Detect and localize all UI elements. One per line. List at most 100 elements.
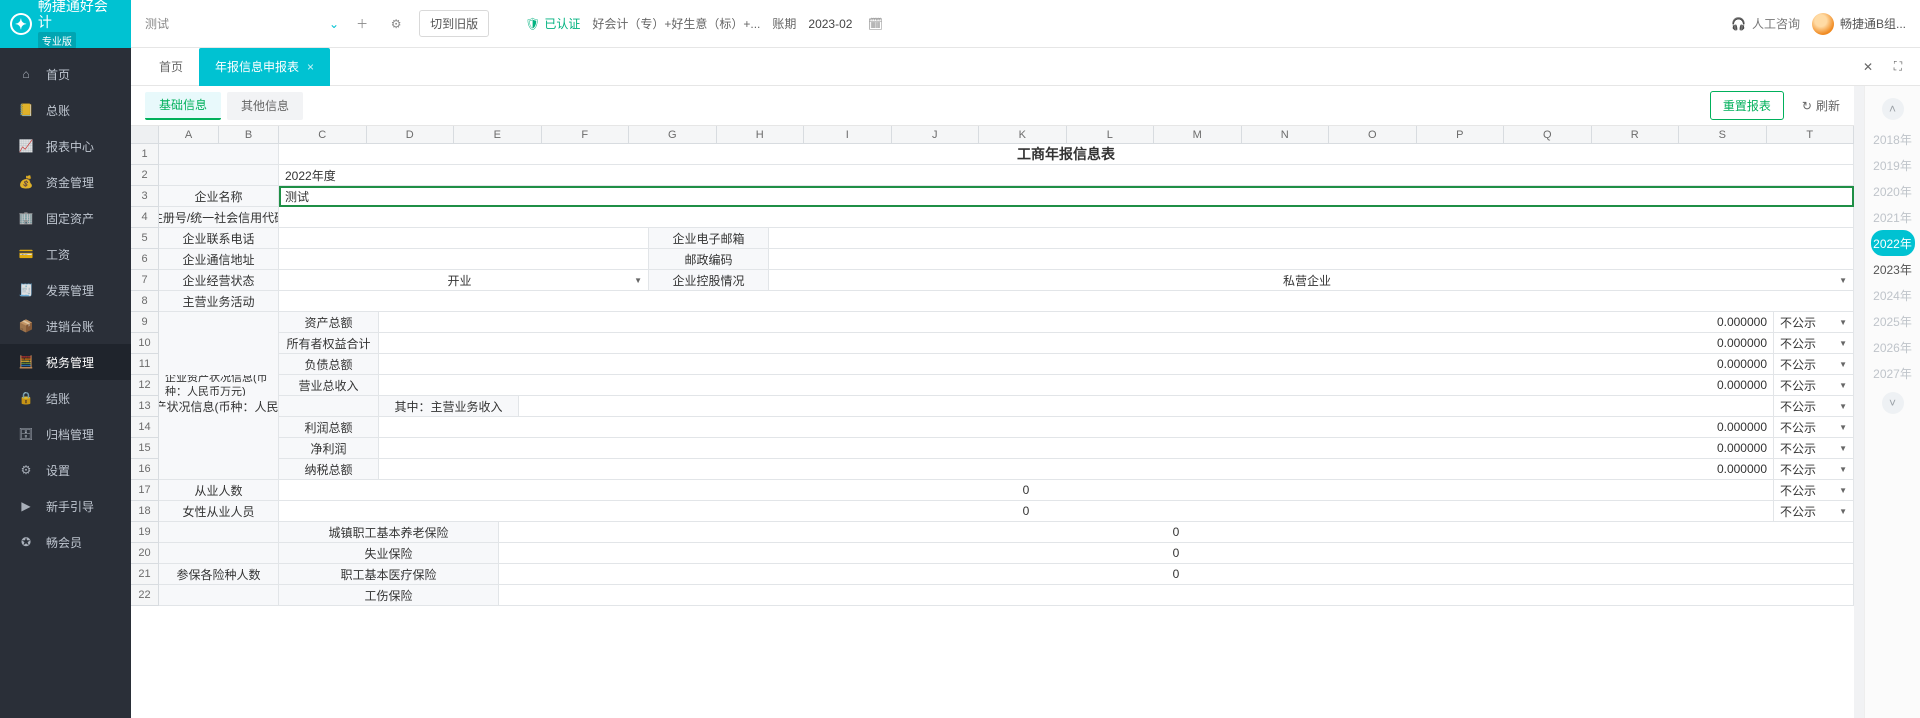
tab-home[interactable]: 首页 [143,48,199,86]
sidebar-item-fund[interactable]: 💰资金管理 [0,164,131,200]
col-header[interactable]: M [1154,126,1242,144]
asset-metric-value[interactable]: 0.000000 [379,312,1774,333]
col-header[interactable]: F [542,126,630,144]
sidebar-item-asset[interactable]: 🏢固定资产 [0,200,131,236]
asset-metric-value[interactable]: 0.000000 [379,354,1774,375]
disclose-select[interactable]: 不公示▼ [1774,417,1854,438]
col-header[interactable]: Q [1504,126,1592,144]
fullscreen-icon[interactable]: ⛶ [1888,57,1908,77]
col-header[interactable]: J [892,126,980,144]
col-header[interactable]: P [1417,126,1505,144]
holding-select[interactable]: 私营企业▼ [769,270,1854,291]
insurance-value[interactable]: 0 [499,543,1854,564]
year-item[interactable]: 2019年 [1871,152,1915,178]
sidebar-item-ledger[interactable]: 📒总账 [0,92,131,128]
reset-report-button[interactable]: 重置报表 [1710,91,1784,120]
year-item[interactable]: 2018年 [1871,126,1915,152]
disclose-select[interactable]: 不公示▼ [1774,396,1854,417]
tab-annual-report[interactable]: 年报信息申报表 × [199,48,330,86]
row-header[interactable]: 19 [131,522,159,543]
asset-metric-value[interactable]: 0.000000 [379,459,1774,480]
employees-value[interactable]: 0 [279,480,1774,501]
row-header[interactable]: 9 [131,312,159,333]
biz-status-select[interactable]: 开业▼ [279,270,649,291]
row-header[interactable]: 14 [131,417,159,438]
sidebar-item-settings[interactable]: ⚙设置 [0,452,131,488]
subtab-basic[interactable]: 基础信息 [145,92,221,120]
mainbiz-input[interactable] [279,291,1854,312]
disclose-select[interactable]: 不公示▼ [1774,459,1854,480]
col-header[interactable]: N [1242,126,1330,144]
row-header[interactable]: 4 [131,207,159,228]
row-header[interactable]: 16 [131,459,159,480]
asset-metric-value[interactable]: 0.000000 [379,417,1774,438]
row-header[interactable]: 7 [131,270,159,291]
gear-icon[interactable]: ⚙ [385,13,407,35]
scroll-down-icon[interactable]: ˅ [1882,392,1904,414]
sidebar-item-archive[interactable]: 🗄归档管理 [0,416,131,452]
calendar-icon[interactable]: 🗓 [864,13,886,35]
sidebar-item-tax[interactable]: 🧮税务管理 [0,344,131,380]
col-header[interactable]: B [219,126,279,144]
row-header[interactable]: 21 [131,564,159,585]
year-item[interactable]: 2021年 [1871,204,1915,230]
row-header[interactable]: 17 [131,480,159,501]
row-header[interactable]: 6 [131,249,159,270]
year-item[interactable]: 2023年 [1871,256,1915,282]
switch-version-button[interactable]: 切到旧版 [419,10,489,37]
year-item[interactable]: 2025年 [1871,308,1915,334]
disclose-select[interactable]: 不公示▼ [1774,333,1854,354]
scrollbar[interactable] [1854,86,1864,718]
col-header[interactable]: G [629,126,717,144]
sidebar-item-salary[interactable]: 💳工资 [0,236,131,272]
row-header[interactable]: 2 [131,165,159,186]
col-header[interactable]: K [979,126,1067,144]
year-item[interactable]: 2022年 [1871,230,1915,256]
sidebar-item-vip[interactable]: ✪畅会员 [0,524,131,560]
col-header[interactable]: C [279,126,367,144]
asset-metric-value[interactable]: 0.000000 [379,438,1774,459]
human-service-button[interactable]: 🎧 人工咨询 [1731,15,1800,32]
row-header[interactable]: 1 [131,144,159,165]
row-header[interactable]: 5 [131,228,159,249]
col-header[interactable]: R [1592,126,1680,144]
col-header[interactable]: L [1067,126,1155,144]
col-header[interactable]: A [159,126,219,144]
postal-input[interactable] [769,249,1854,270]
col-header[interactable]: E [454,126,542,144]
row-header[interactable]: 12 [131,375,159,396]
year-item[interactable]: 2024年 [1871,282,1915,308]
disclose-select[interactable]: 不公示▼ [1774,480,1854,501]
period-value[interactable]: 2023-02 [808,17,852,31]
year-item[interactable]: 2027年 [1871,360,1915,386]
subtab-other[interactable]: 其他信息 [227,92,303,120]
col-header[interactable]: O [1329,126,1417,144]
female-employees-value[interactable]: 0 [279,501,1774,522]
refresh-button[interactable]: ↻ 刷新 [1802,97,1840,114]
insurance-value[interactable] [499,585,1854,606]
company-name-input[interactable]: 测试 [279,186,1854,207]
sidebar-item-guide[interactable]: ▶新手引导 [0,488,131,524]
phone-input[interactable] [279,228,649,249]
disclose-select[interactable]: 不公示▼ [1774,438,1854,459]
email-input[interactable] [769,228,1854,249]
disclose-select[interactable]: 不公示▼ [1774,354,1854,375]
year-item[interactable]: 2020年 [1871,178,1915,204]
row-header[interactable]: 13 [131,396,159,417]
col-header[interactable]: T [1767,126,1855,144]
insurance-value[interactable]: 0 [499,564,1854,585]
sidebar-item-stock[interactable]: 📦进销台账 [0,308,131,344]
account-selector[interactable]: 测试 ⌄ [145,15,339,32]
col-header[interactable]: S [1679,126,1767,144]
asset-metric-value[interactable]: 0.000000 [379,333,1774,354]
sidebar-item-report[interactable]: 📈报表中心 [0,128,131,164]
col-header[interactable]: H [717,126,805,144]
year-item[interactable]: 2026年 [1871,334,1915,360]
add-icon[interactable]: ＋ [351,13,373,35]
row-header[interactable]: 10 [131,333,159,354]
row-header[interactable]: 15 [131,438,159,459]
sheet-corner[interactable] [131,126,159,144]
col-header[interactable]: I [804,126,892,144]
scroll-up-icon[interactable]: ˄ [1882,98,1904,120]
user-menu[interactable]: 畅捷通B组... [1812,13,1906,35]
